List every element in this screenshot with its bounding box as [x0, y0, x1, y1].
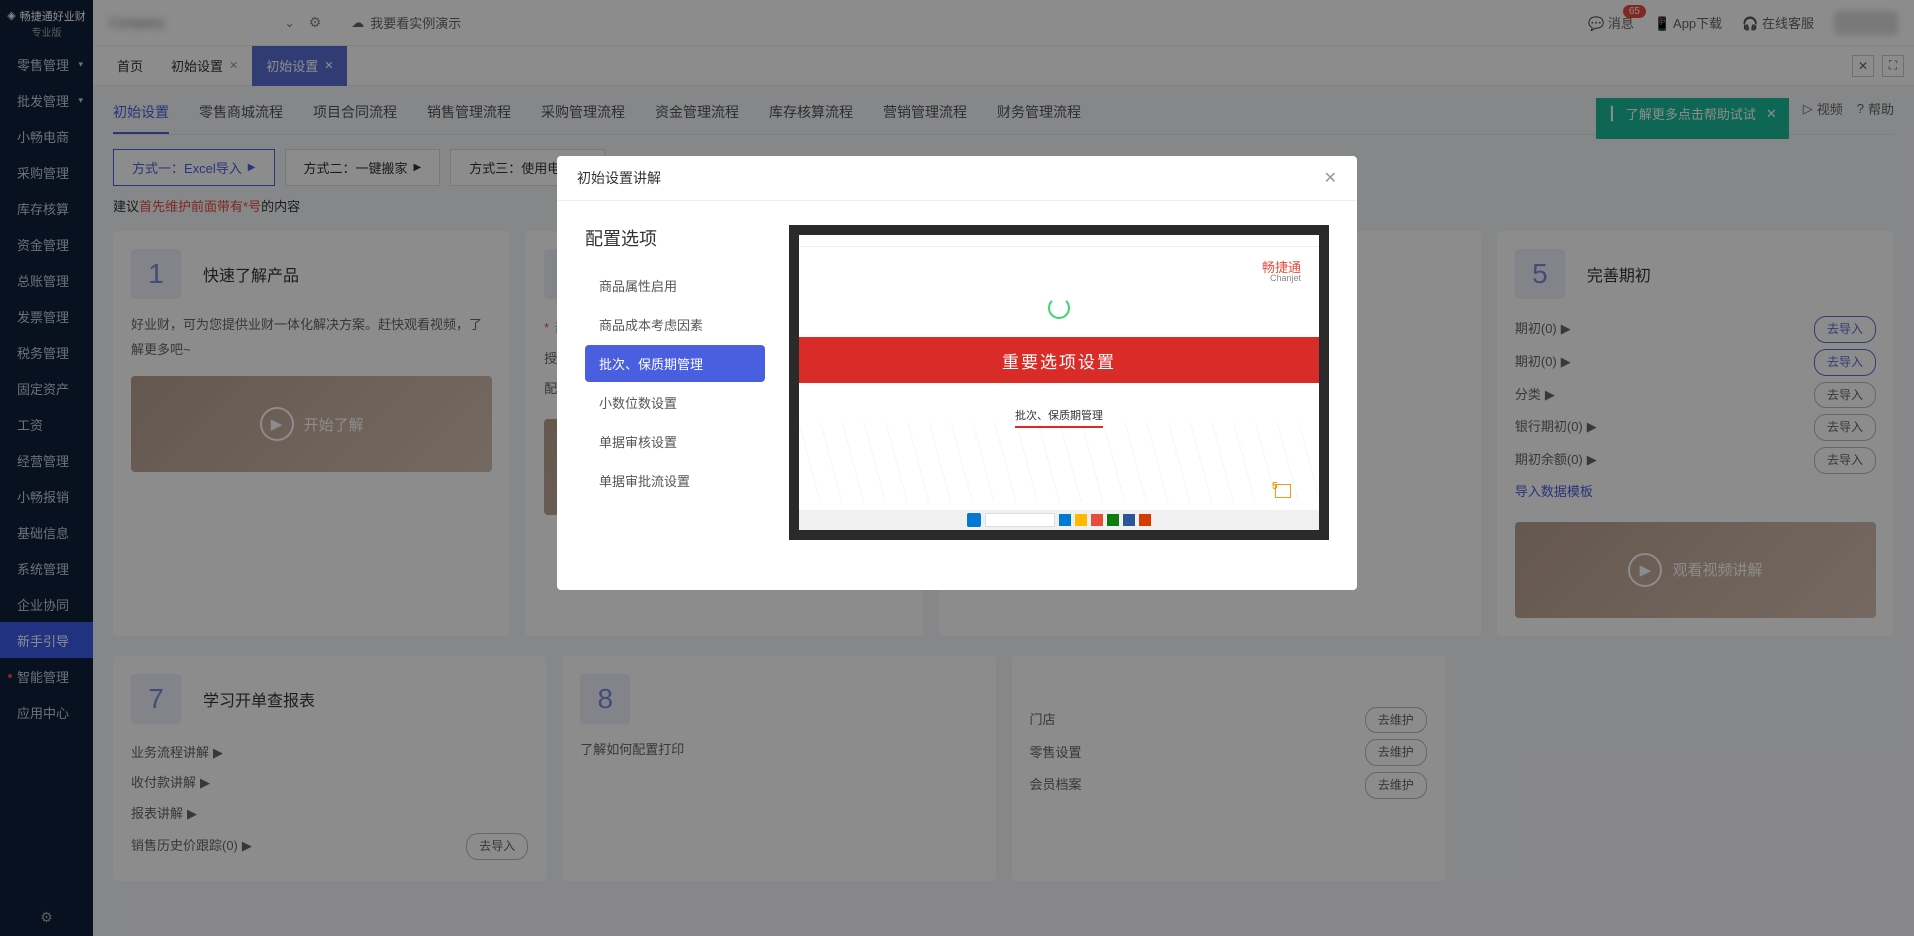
taskbar-app-icon — [1075, 514, 1087, 526]
config-option[interactable]: 单据审核设置 — [585, 423, 765, 460]
taskbar-app-icon — [1139, 514, 1151, 526]
config-option[interactable]: 小数位数设置 — [585, 384, 765, 421]
windows-start-icon — [967, 513, 981, 527]
taskbar-app-icon — [1059, 514, 1071, 526]
config-section-title: 配置选项 — [585, 225, 765, 251]
config-option[interactable]: 批次、保质期管理 — [585, 345, 765, 382]
loading-spinner-icon — [1048, 297, 1070, 319]
video-player[interactable]: 畅捷通Chanjet 重要选项设置 批次、保质期管理 — [789, 225, 1329, 540]
brand-logo: 畅捷通Chanjet — [1262, 261, 1301, 283]
config-option[interactable]: 单据审批流设置 — [585, 462, 765, 499]
video-banner: 重要选项设置 — [799, 337, 1319, 383]
modal-overlay[interactable]: 初始设置讲解 ✕ 配置选项 商品属性启用商品成本考虑因素批次、保质期管理小数位数… — [0, 0, 1914, 936]
taskbar-app-icon — [1123, 514, 1135, 526]
taskbar-search — [985, 513, 1055, 527]
annotation-box — [1275, 484, 1291, 498]
video-caption: 批次、保质期管理 — [1015, 407, 1103, 428]
modal: 初始设置讲解 ✕ 配置选项 商品属性启用商品成本考虑因素批次、保质期管理小数位数… — [557, 156, 1357, 590]
taskbar — [799, 510, 1319, 530]
taskbar-app-icon — [1091, 514, 1103, 526]
config-option[interactable]: 商品属性启用 — [585, 267, 765, 304]
modal-title: 初始设置讲解 — [577, 168, 661, 188]
modal-close-icon[interactable]: ✕ — [1324, 168, 1337, 188]
config-option[interactable]: 商品成本考虑因素 — [585, 306, 765, 343]
taskbar-app-icon — [1107, 514, 1119, 526]
